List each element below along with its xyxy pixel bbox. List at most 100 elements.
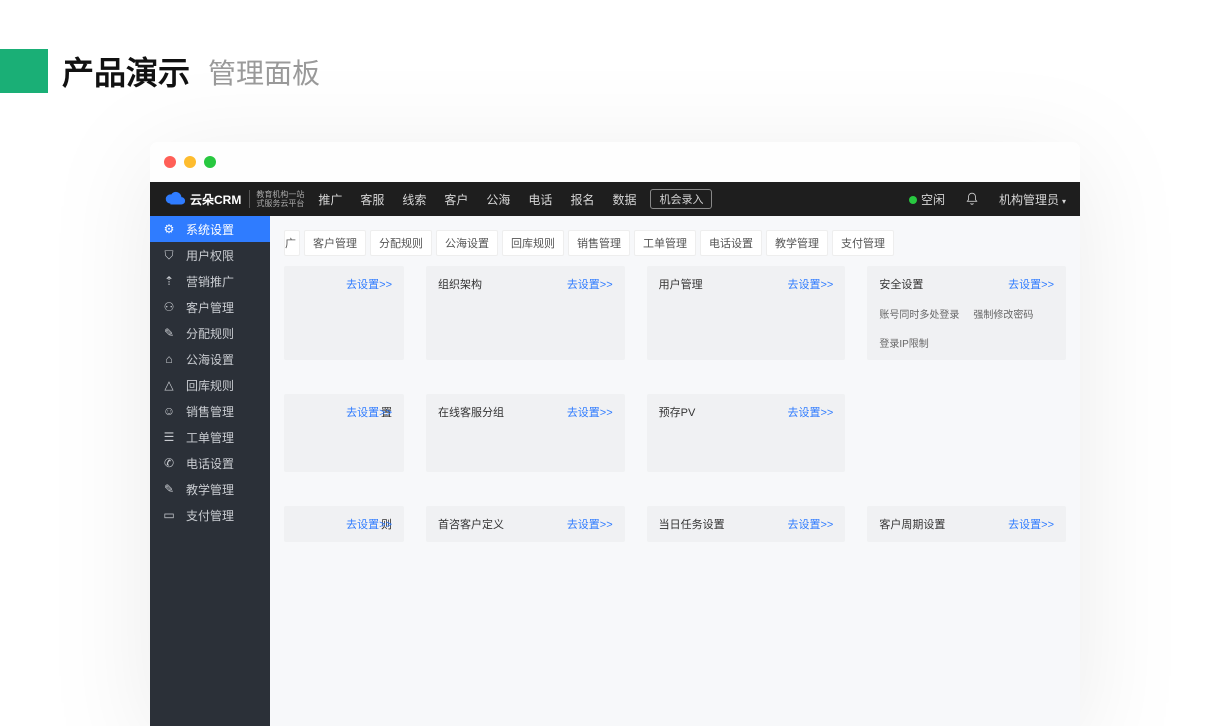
go-settings-link[interactable]: 去设置>> [787,516,833,532]
shield-icon: ⛉ [162,248,176,263]
card-tag: 账号同时多处登录 [879,306,959,321]
chart-icon: ⇡ [162,274,176,288]
sidebar-item-label: 公海设置 [186,351,234,368]
card-tag: 登录IP限制 [879,335,928,350]
tab-9[interactable]: 支付管理 [832,230,894,256]
go-settings-link[interactable]: 去设置>> [567,276,613,292]
go-settings-link[interactable]: 去设置>> [1008,516,1054,532]
sidebar-item-9[interactable]: ✆ 电话设置 [150,450,270,476]
close-dot-icon[interactable] [164,156,176,168]
settings-card-0-3: 安全设置去设置>>账号同时多处登录强制修改密码登录IP限制 [867,266,1066,360]
sidebar-item-8[interactable]: ☰ 工单管理 [150,424,270,450]
chevron-down-icon: ▾ [1062,197,1066,206]
go-settings-link[interactable]: 去设置>> [787,404,833,420]
settings-card-1-1: 在线客服分组去设置>> [426,394,625,472]
tab-5[interactable]: 销售管理 [568,230,630,256]
sidebar-item-2[interactable]: ⇡ 营销推广 [150,268,270,294]
settings-card-2-2: 当日任务设置去设置>> [647,506,846,542]
sidebar-item-label: 回库规则 [186,377,234,394]
nav-item-0[interactable]: 推广 [318,191,342,208]
bell-icon[interactable] [965,192,979,206]
tab-0[interactable]: 广 [284,230,300,256]
category-tabs: 广客户管理分配规则公海设置回库规则销售管理工单管理电话设置教学管理支付管理 [284,216,1066,266]
nav-item-7[interactable]: 数据 [612,191,636,208]
sidebar-item-5[interactable]: ⌂ 公海设置 [150,346,270,372]
ticket-icon: ☰ [162,430,176,444]
nav-item-3[interactable]: 客户 [444,191,468,208]
sidebar-item-label: 营销推广 [186,273,234,290]
house-icon: ⌂ [162,352,176,366]
go-settings-link[interactable]: 去设置>> [567,404,613,420]
sidebar-item-11[interactable]: ▭ 支付管理 [150,502,270,528]
minimize-dot-icon[interactable] [184,156,196,168]
tab-3[interactable]: 公海设置 [436,230,498,256]
sidebar-item-label: 教学管理 [186,481,234,498]
sale-icon: ☺ [162,404,176,418]
tab-4[interactable]: 回库规则 [502,230,564,256]
sidebar-item-label: 支付管理 [186,507,234,524]
app-window: 云朵CRM 教育机构一站式服务云平台 推广 客服 线索 客户 公海 电话 报名 数据 机会录入… [150,142,1080,726]
cloud-logo-icon [164,188,186,210]
settings-card-0-2: 用户管理去设置>> [647,266,846,360]
user-menu[interactable]: 机构管理员▾ [999,191,1066,208]
status-dot-icon [909,196,917,204]
main-content: 广客户管理分配规则公海设置回库规则销售管理工单管理电话设置教学管理支付管理 去设… [270,216,1080,726]
settings-card-1-0: 置去设置>> [284,394,404,472]
settings-icon: ⚙ [162,222,176,236]
logo-tagline: 教育机构一站式服务云平台 [249,190,304,208]
go-settings-link[interactable]: 去设置>> [346,516,392,532]
card-icon: ▭ [162,508,176,522]
recycle-icon: △ [162,378,176,392]
sidebar-item-label: 电话设置 [186,455,234,472]
sidebar-item-3[interactable]: ⚇ 客户管理 [150,294,270,320]
people-icon: ⚇ [162,300,176,314]
sidebar-item-label: 分配规则 [186,325,234,342]
tab-2[interactable]: 分配规则 [370,230,432,256]
tab-6[interactable]: 工单管理 [634,230,696,256]
rule-icon: ✎ [162,326,176,340]
tab-8[interactable]: 教学管理 [766,230,828,256]
tab-7[interactable]: 电话设置 [700,230,762,256]
record-entry-button[interactable]: 机会录入 [650,189,712,209]
sidebar-item-label: 客户管理 [186,299,234,316]
go-settings-link[interactable]: 去设置>> [346,276,392,292]
settings-card-0-1: 组织架构去设置>> [426,266,625,360]
sidebar-item-label: 用户权限 [186,247,234,264]
sidebar-item-label: 系统设置 [186,221,234,238]
settings-card-1-2: 预存PV去设置>> [647,394,846,472]
sidebar-item-label: 工单管理 [186,429,234,446]
settings-card-2-0: 则去设置>> [284,506,404,542]
app-topbar: 云朵CRM 教育机构一站式服务云平台 推广 客服 线索 客户 公海 电话 报名 数据 机会录入… [150,182,1080,216]
sidebar-item-label: 销售管理 [186,403,234,420]
card-tag: 强制修改密码 [973,306,1033,321]
sidebar-item-7[interactable]: ☺ 销售管理 [150,398,270,424]
sidebar-item-0[interactable]: ⚙ 系统设置 [150,216,270,242]
nav-item-4[interactable]: 公海 [486,191,510,208]
sidebar-item-4[interactable]: ✎ 分配规则 [150,320,270,346]
phone-icon: ✆ [162,456,176,470]
go-settings-link[interactable]: 去设置>> [346,404,392,420]
window-titlebar [150,142,1080,182]
slide-subtitle: 管理面板 [208,52,320,94]
sidebar-item-1[interactable]: ⛉ 用户权限 [150,242,270,268]
pencil-icon: ✎ [162,482,176,496]
sidebar-item-6[interactable]: △ 回库规则 [150,372,270,398]
nav-item-6[interactable]: 报名 [570,191,594,208]
accent-bar [0,49,48,93]
go-settings-link[interactable]: 去设置>> [1008,276,1054,292]
settings-card-0-0: 去设置>> [284,266,404,360]
go-settings-link[interactable]: 去设置>> [787,276,833,292]
app-logo[interactable]: 云朵CRM 教育机构一站式服务云平台 [164,188,304,210]
nav-item-1[interactable]: 客服 [360,191,384,208]
sidebar-item-10[interactable]: ✎ 教学管理 [150,476,270,502]
go-settings-link[interactable]: 去设置>> [567,516,613,532]
logo-text: 云朵CRM [190,191,241,208]
sidebar: ⚙ 系统设置 ⛉ 用户权限 ⇡ 营销推广 ⚇ 客户管理 ✎ 分配规则 ⌂ 公海设置 △ 回库规则 ☺ 销售管理… [150,216,270,726]
settings-card-2-3: 客户周期设置去设置>> [867,506,1066,542]
slide-title: 产品演示 [62,48,190,94]
zoom-dot-icon[interactable] [204,156,216,168]
nav-item-2[interactable]: 线索 [402,191,426,208]
tab-1[interactable]: 客户管理 [304,230,366,256]
settings-card-2-1: 首咨客户定义去设置>> [426,506,625,542]
nav-item-5[interactable]: 电话 [528,191,552,208]
